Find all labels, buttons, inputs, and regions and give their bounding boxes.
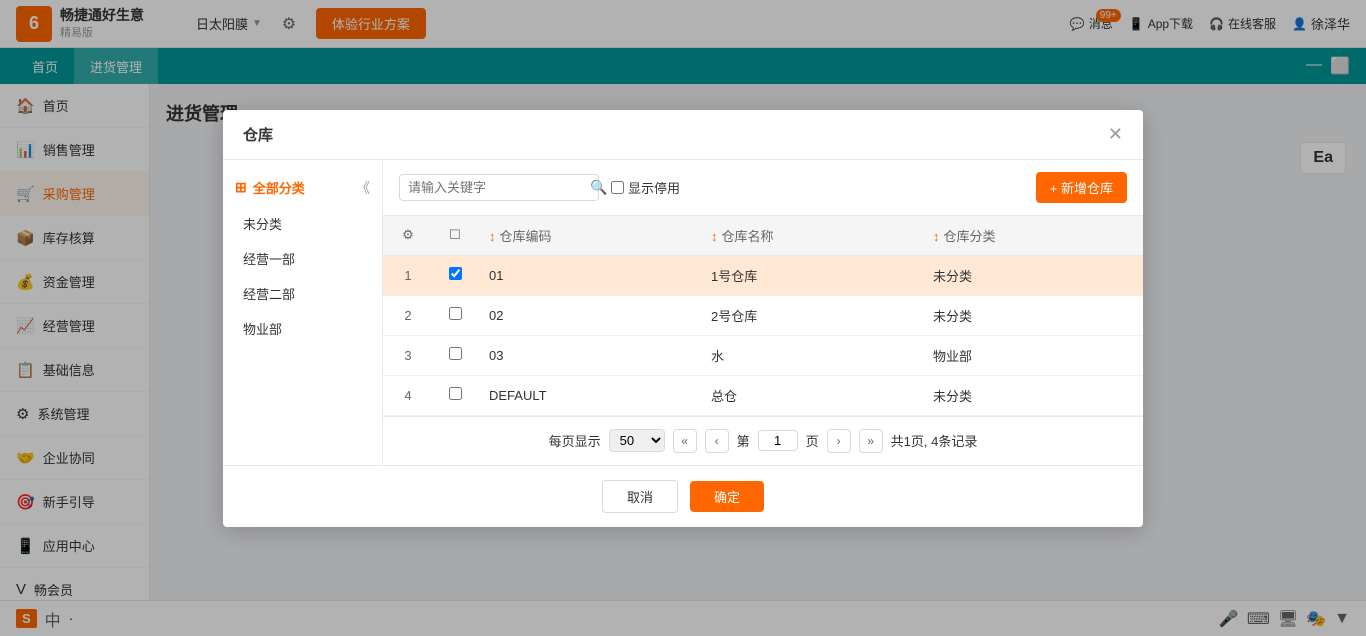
confirm-button[interactable]: 确定 [690,481,764,512]
row-code: 03 [477,335,699,375]
dialog-footer: 取消 确定 [223,465,1143,527]
row-name: 水 [699,335,921,375]
row-checkbox[interactable] [433,375,477,415]
page-size-select[interactable]: 50 10 20 100 [609,429,665,452]
all-categories-button[interactable]: ⊞ 全部分类 [235,178,305,197]
row-name: 1号仓库 [699,255,921,295]
row-num: 3 [383,335,433,375]
col-category: ↕仓库分类 [921,216,1143,256]
cancel-button[interactable]: 取消 [602,480,678,513]
warehouse-table: ⚙ ☐ ↕仓库编码 ↕仓库名称 ↕仓库分类 1 01 1号仓库 未分类 2 [383,216,1143,416]
row-code: DEFAULT [477,375,699,415]
show-disabled-label[interactable]: 显示停用 [611,178,680,197]
dialog-title: 仓库 [243,124,273,145]
row-num: 4 [383,375,433,415]
show-disabled-checkbox[interactable] [611,181,624,194]
first-page-button[interactable]: « [673,429,697,453]
all-categories-label: 全部分类 [253,178,305,197]
search-input[interactable] [408,180,584,195]
page-label: 第 [737,431,750,450]
grid-icon: ⊞ [235,179,247,196]
dialog-close-button[interactable]: ✕ [1108,124,1123,145]
row-name: 总仓 [699,375,921,415]
col-settings: ⚙ [383,216,433,256]
row-code: 02 [477,295,699,335]
collapse-icon[interactable]: 《 [356,178,370,198]
prev-page-button[interactable]: ‹ [705,429,729,453]
col-checkbox: ☐ [433,216,477,256]
last-page-button[interactable]: » [859,429,883,453]
sort-icon: ↕ [489,229,496,244]
row-category: 未分类 [921,375,1143,415]
cat-header: ⊞ 全部分类 《 [223,170,382,206]
table-header-row: ⚙ ☐ ↕仓库编码 ↕仓库名称 ↕仓库分类 [383,216,1143,256]
row-checkbox[interactable] [433,335,477,375]
page-size-label: 每页显示 [549,431,601,450]
row-select-checkbox[interactable] [449,307,462,320]
search-box: 🔍 [399,174,599,201]
table-row[interactable]: 4 DEFAULT 总仓 未分类 [383,375,1143,415]
warehouse-table-body: 1 01 1号仓库 未分类 2 02 2号仓库 未分类 3 03 水 物业部 4… [383,255,1143,415]
row-checkbox[interactable] [433,255,477,295]
next-page-button[interactable]: › [827,429,851,453]
row-select-checkbox[interactable] [449,387,462,400]
cat-item-dept2[interactable]: 经营二部 [223,276,382,311]
row-category: 未分类 [921,295,1143,335]
row-code: 01 [477,255,699,295]
row-num: 2 [383,295,433,335]
row-category: 物业部 [921,335,1143,375]
modal-overlay: 仓库 ✕ ⊞ 全部分类 《 未分类 经营一部 经营二部 物业部 [0,0,1366,636]
dialog-header: 仓库 ✕ [223,110,1143,160]
show-disabled-text: 显示停用 [628,178,680,197]
warehouse-table-wrap: ⚙ ☐ ↕仓库编码 ↕仓库名称 ↕仓库分类 1 01 1号仓库 未分类 2 [383,216,1143,416]
col-name: ↕仓库名称 [699,216,921,256]
dialog-main-panel: 🔍 显示停用 + 新增仓库 ⚙ ☐ [383,160,1143,465]
cat-item-dept1[interactable]: 经营一部 [223,241,382,276]
col-code: ↕仓库编码 [477,216,699,256]
page-number-input[interactable] [758,430,798,451]
pagination: 每页显示 50 10 20 100 « ‹ 第 页 › » 共1页, 4条记录 [383,416,1143,465]
table-row[interactable]: 1 01 1号仓库 未分类 [383,255,1143,295]
category-sidebar: ⊞ 全部分类 《 未分类 经营一部 经营二部 物业部 [223,160,383,465]
cat-item-uncategorized[interactable]: 未分类 [223,206,382,241]
dialog-body: ⊞ 全部分类 《 未分类 经营一部 经营二部 物业部 🔍 [223,160,1143,465]
total-label: 共1页, 4条记录 [891,431,978,450]
table-row[interactable]: 3 03 水 物业部 [383,335,1143,375]
row-select-checkbox[interactable] [449,347,462,360]
row-select-checkbox[interactable] [449,267,462,280]
page-unit: 页 [806,431,819,450]
dialog-toolbar: 🔍 显示停用 + 新增仓库 [383,160,1143,216]
row-num: 1 [383,255,433,295]
cat-item-property[interactable]: 物业部 [223,311,382,346]
row-category: 未分类 [921,255,1143,295]
search-icon: 🔍 [590,179,607,196]
warehouse-dialog: 仓库 ✕ ⊞ 全部分类 《 未分类 经营一部 经营二部 物业部 [223,110,1143,527]
table-row[interactable]: 2 02 2号仓库 未分类 [383,295,1143,335]
row-name: 2号仓库 [699,295,921,335]
sort-icon2: ↕ [711,229,718,244]
row-checkbox[interactable] [433,295,477,335]
add-warehouse-button[interactable]: + 新增仓库 [1036,172,1127,203]
sort-icon3: ↕ [933,229,940,244]
